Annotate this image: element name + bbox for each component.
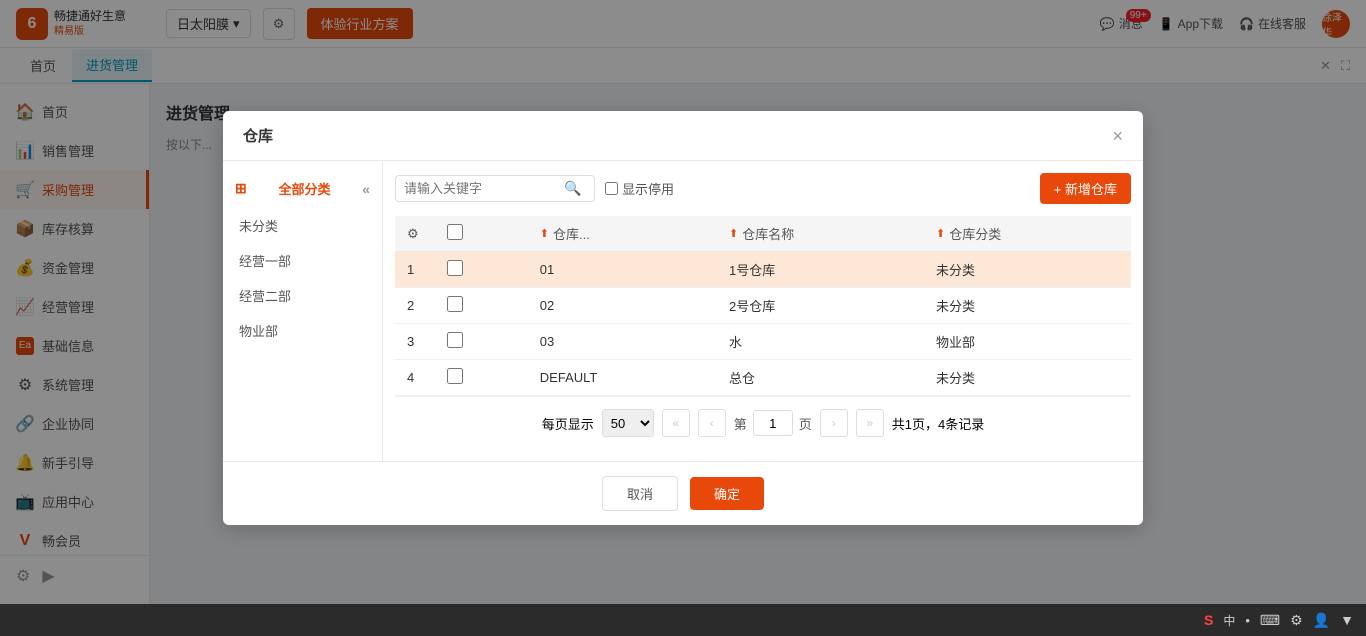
th-code[interactable]: ⬆ 仓库... <box>528 216 717 252</box>
table-header: ⚙ ⬆ 仓库... ⬆ 仓库名称 <box>395 216 1131 252</box>
row-name: 水 <box>717 324 924 360</box>
new-warehouse-button[interactable]: + 新增仓库 <box>1040 173 1131 204</box>
per-page-select[interactable]: 50 20 100 <box>602 409 654 437</box>
page-number-input[interactable] <box>753 410 793 436</box>
last-page-button[interactable]: » <box>856 409 884 437</box>
row-checkbox[interactable] <box>435 288 528 324</box>
sort-icon: ⬆ <box>540 227 549 240</box>
settings-icon[interactable]: ⚙ <box>1290 612 1303 629</box>
row-checkbox[interactable] <box>435 252 528 288</box>
grid-icon: ⊞ <box>235 180 247 197</box>
category-item-ops2[interactable]: 经营二部 <box>223 278 382 313</box>
per-page-label: 每页显示 <box>542 414 594 433</box>
th-settings[interactable]: ⚙ <box>395 216 435 252</box>
modal-close-button[interactable]: × <box>1112 127 1123 145</box>
row-code: 01 <box>528 252 717 288</box>
bottom-bar: S 中 • ⌨ ⚙ 👤 ▼ <box>0 604 1366 636</box>
dot-icon: • <box>1245 613 1250 628</box>
lang-icon[interactable]: 中 <box>1223 612 1235 629</box>
table-row[interactable]: 2 02 2号仓库 未分类 <box>395 288 1131 324</box>
modal-content: 🔍 显示停用 + 新增仓库 ⚙ <box>383 161 1143 461</box>
brand-s-icon: S <box>1204 612 1213 628</box>
next-page-button[interactable]: › <box>820 409 848 437</box>
warehouse-table: ⚙ ⬆ 仓库... ⬆ 仓库名称 <box>395 216 1131 396</box>
search-input[interactable] <box>404 181 564 196</box>
sort-icon3: ⬆ <box>936 227 945 240</box>
row-category: 未分类 <box>924 288 1131 324</box>
category-item-unclassified[interactable]: 未分类 <box>223 208 382 243</box>
row-name: 1号仓库 <box>717 252 924 288</box>
keyboard-icon[interactable]: ⌨ <box>1260 612 1280 629</box>
row-name: 总仓 <box>717 360 924 396</box>
category-item-ops1[interactable]: 经营一部 <box>223 243 382 278</box>
row-code: DEFAULT <box>528 360 717 396</box>
prev-page-button[interactable]: ‹ <box>698 409 726 437</box>
sort-icon2: ⬆ <box>729 227 738 240</box>
pagination: 每页显示 50 20 100 « ‹ 第 页 › » 共1页，4条记录 <box>395 396 1131 449</box>
modal-header: 仓库 × <box>223 111 1143 161</box>
category-sidebar: ⊞ 全部分类 « 未分类 经营一部 经营二部 物业部 <box>223 161 383 461</box>
row-num: 1 <box>395 252 435 288</box>
row-code: 03 <box>528 324 717 360</box>
table-body: 1 01 1号仓库 未分类 2 02 2号仓库 未分类 <box>395 252 1131 396</box>
row-category: 未分类 <box>924 360 1131 396</box>
row-code: 02 <box>528 288 717 324</box>
table-row[interactable]: 3 03 水 物业部 <box>395 324 1131 360</box>
select-all-checkbox[interactable] <box>447 224 463 240</box>
table-row[interactable]: 1 01 1号仓库 未分类 <box>395 252 1131 288</box>
category-header: ⊞ 全部分类 « <box>223 173 382 208</box>
row-checkbox[interactable] <box>435 360 528 396</box>
modal-toolbar: 🔍 显示停用 + 新增仓库 <box>395 173 1131 204</box>
table-row[interactable]: 4 DEFAULT 总仓 未分类 <box>395 360 1131 396</box>
th-checkbox <box>435 216 528 252</box>
show-disabled-label[interactable]: 显示停用 <box>605 179 674 198</box>
row-category: 未分类 <box>924 252 1131 288</box>
modal-title: 仓库 <box>243 125 273 146</box>
show-disabled-checkbox[interactable] <box>605 182 618 195</box>
confirm-button[interactable]: 确定 <box>690 477 764 510</box>
category-item-property[interactable]: 物业部 <box>223 313 382 348</box>
row-num: 2 <box>395 288 435 324</box>
modal-footer: 取消 确定 <box>223 461 1143 525</box>
row-num: 4 <box>395 360 435 396</box>
page-info: 第 页 <box>734 410 812 436</box>
collapse-button[interactable]: « <box>362 181 370 197</box>
person-icon[interactable]: 👤 <box>1313 612 1330 629</box>
search-box: 🔍 <box>395 175 595 202</box>
more-icon[interactable]: ▼ <box>1340 612 1354 628</box>
search-icon[interactable]: 🔍 <box>564 180 581 197</box>
row-name: 2号仓库 <box>717 288 924 324</box>
table-container: ⚙ ⬆ 仓库... ⬆ 仓库名称 <box>395 216 1131 396</box>
total-records: 共1页，4条记录 <box>892 414 984 433</box>
th-name[interactable]: ⬆ 仓库名称 <box>717 216 924 252</box>
th-category[interactable]: ⬆ 仓库分类 <box>924 216 1131 252</box>
modal-body: ⊞ 全部分类 « 未分类 经营一部 经营二部 物业部 🔍 显示停用 + <box>223 161 1143 461</box>
warehouse-modal: 仓库 × ⊞ 全部分类 « 未分类 经营一部 经营二部 物业部 🔍 <box>223 111 1143 525</box>
cancel-button[interactable]: 取消 <box>602 476 678 511</box>
row-category: 物业部 <box>924 324 1131 360</box>
row-num: 3 <box>395 324 435 360</box>
row-checkbox[interactable] <box>435 324 528 360</box>
first-page-button[interactable]: « <box>662 409 690 437</box>
